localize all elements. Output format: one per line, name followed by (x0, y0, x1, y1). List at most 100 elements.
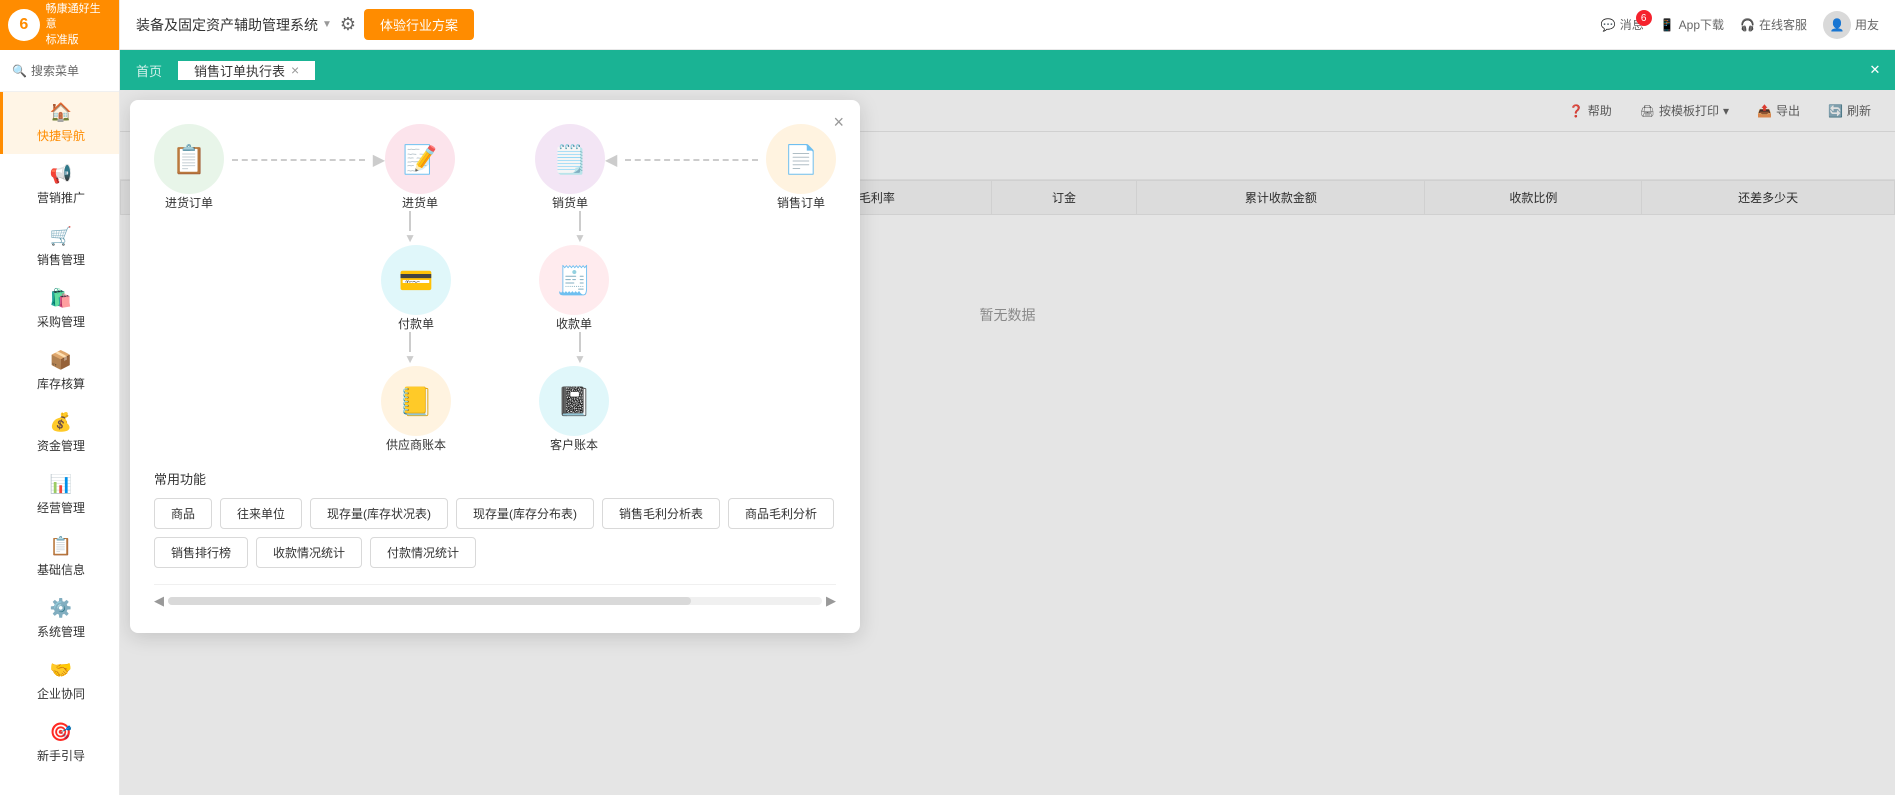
flow-item-customer-ledger[interactable]: 📓 客户账本 (539, 366, 609, 453)
sidebar-item-basic-info[interactable]: 📋基础信息 (0, 526, 119, 588)
message-icon: 💬 (1601, 18, 1616, 32)
popup-scrollbar[interactable]: ◀ ▶ (154, 584, 836, 609)
supplier-ledger-label: 供应商账本 (386, 436, 446, 453)
function-btn-5[interactable]: 商品毛利分析 (728, 498, 834, 529)
search-icon: 🔍 (12, 64, 27, 78)
topbar-right-area: 💬 消息 6 📱 App下载 🎧 在线客服 👤 用友 (1601, 11, 1879, 39)
tab-sales-order[interactable]: 销售订单执行表 × (178, 61, 315, 80)
inventory-icon: 📦 (50, 350, 72, 371)
flow-item-receipt[interactable]: 🧾 收款单 (539, 245, 609, 332)
phone-icon: 📱 (1660, 18, 1675, 32)
avatar: 👤 (1823, 11, 1851, 39)
logo: 6 畅康通好生意 标准版 (0, 0, 119, 50)
sidebar-item-operations[interactable]: 📊 经营管理 (0, 464, 119, 526)
sidebar-item-label-finance: 资金管理 (37, 437, 85, 454)
quick-nav-icon: 🏠 (50, 102, 72, 123)
sidebar-item-guide[interactable]: 🎯 新手引导 (0, 712, 119, 774)
flow-item-payment[interactable]: 💳 付款单 (381, 245, 451, 332)
function-btn-8[interactable]: 付款情况统计 (370, 537, 476, 568)
sidebar-item-inventory[interactable]: 📦 库存核算 (0, 340, 119, 402)
tabs-container: 首页 销售订单执行表 × (120, 61, 1855, 80)
flow-item-purchase-bill[interactable]: 📝 进货单 (385, 124, 455, 211)
function-btn-2[interactable]: 现存量(库存状况表) (310, 498, 448, 529)
sidebar-search-area: 🔍 搜索菜单 (0, 50, 119, 92)
customer-ledger-icon: 📓 (539, 366, 609, 436)
sidebar-item-label-inventory: 库存核算 (37, 375, 85, 392)
purchase-order-icon: 📋 (154, 124, 224, 194)
flow-item-sales-bill[interactable]: 🗒️ 销货单 (535, 124, 605, 211)
sidebar-item-finance[interactable]: 💰资金管理 (0, 402, 119, 464)
logo-text: 畅康通好生意 标准版 (46, 2, 111, 48)
basic-info-icon: 📋 (50, 536, 72, 557)
flow-item-supplier-ledger[interactable]: 📒 供应商账本 (381, 366, 451, 453)
flow-item-purchase-order[interactable]: 📋 进货订单 (154, 124, 224, 211)
common-functions-title: 常用功能 (154, 469, 836, 488)
search-menu-button[interactable]: 🔍 搜索菜单 (8, 58, 111, 83)
online-service-item[interactable]: 🎧 在线客服 (1740, 16, 1807, 33)
search-menu-label: 搜索菜单 (31, 62, 79, 79)
sales-bill-icon: 🗒️ (535, 124, 605, 194)
topbar: 装备及固定资产辅助管理系统 ▼ ⚙ 体验行业方案 💬 消息 6 📱 App下载 … (120, 0, 1895, 50)
function-buttons-area: 商品往来单位现存量(库存状况表) 现存量(库存分布表) 销售毛利分析表商品毛利分析销… (154, 498, 836, 568)
app-download-item[interactable]: 📱 App下载 (1660, 16, 1724, 33)
sidebar-item-purchase[interactable]: 🛍️ 采购管理 (0, 278, 119, 340)
scrollbar-thumb (168, 597, 691, 605)
trial-button[interactable]: 体验行业方案 (364, 9, 474, 40)
scroll-right-arrow[interactable]: ▶ (826, 593, 836, 609)
user-item[interactable]: 👤 用友 (1823, 11, 1879, 39)
sales-bill-label: 销货单 (552, 194, 588, 211)
tab-home[interactable]: 首页 (120, 61, 178, 80)
sidebar-item-label-operations: 经营管理 (37, 499, 85, 516)
scroll-left-arrow[interactable]: ◀ (154, 593, 164, 609)
payment-label: 付款单 (398, 315, 434, 332)
tab-bar-close-button[interactable]: ✕ (1855, 50, 1895, 90)
overlay[interactable]: × 📋 进货订单 ▶ 📝 (120, 90, 1895, 795)
sales-order-icon: 📄 (766, 124, 836, 194)
function-btn-0[interactable]: 商品 (154, 498, 212, 529)
enterprise-icon: 🤝 (50, 660, 72, 681)
sidebar-item-label-guide: 新手引导 (37, 747, 85, 764)
function-btn-7[interactable]: 收款情况统计 (256, 537, 362, 568)
sidebar-item-quick-nav[interactable]: 🏠快捷导航 (0, 92, 119, 154)
sidebar-item-sales[interactable]: 🛒销售管理 (0, 216, 119, 278)
supplier-ledger-icon: 📒 (381, 366, 451, 436)
guide-icon: 🎯 (50, 722, 72, 743)
function-btn-6[interactable]: 销售排行榜 (154, 537, 248, 568)
user-name: 用友 (1855, 16, 1879, 33)
operations-icon: 📊 (50, 474, 72, 495)
sidebar-item-marketing[interactable]: 📢营销推广 (0, 154, 119, 216)
settings-icon[interactable]: ⚙ (340, 14, 356, 35)
sidebar-item-enterprise[interactable]: 🤝 企业协同 (0, 650, 119, 712)
sidebar-item-label-purchase: 采购管理 (37, 313, 85, 330)
function-btn-1[interactable]: 往来单位 (220, 498, 302, 529)
sidebar-item-label-enterprise: 企业协同 (37, 685, 85, 702)
customer-ledger-label: 客户账本 (550, 436, 598, 453)
system-title-text: 装备及固定资产辅助管理系统 (136, 15, 318, 35)
function-btn-3[interactable]: 现存量(库存分布表) (456, 498, 594, 529)
payment-icon: 💳 (381, 245, 451, 315)
sidebar-item-label-sales: 销售管理 (37, 251, 85, 268)
purchase-icon: 🛍️ (50, 288, 72, 309)
sidebar-item-label-marketing: 营销推广 (37, 189, 85, 206)
system-icon: ⚙️ (50, 598, 72, 619)
dropdown-arrow-icon: ▼ (322, 19, 332, 30)
system-title-dropdown[interactable]: 装备及固定资产辅助管理系统 ▼ (136, 15, 332, 35)
sidebar-nav: 🏠快捷导航📢营销推广🛒销售管理 🛍️ 采购管理 📦 库存核算 💰资金管理 📊 经营管理 📋基础信… (0, 92, 119, 774)
logo-icon: 6 (8, 9, 40, 41)
topbar-title-area: 装备及固定资产辅助管理系统 ▼ ⚙ 体验行业方案 (136, 9, 1591, 40)
flow-diagram: 📋 进货订单 ▶ 📝 进货单 🗒️ (154, 124, 836, 453)
tab-label-home: 首页 (136, 61, 162, 80)
message-badge: 6 (1636, 10, 1652, 26)
scrollbar-track (168, 597, 822, 605)
function-btn-4[interactable]: 销售毛利分析表 (602, 498, 720, 529)
receipt-label: 收款单 (556, 315, 592, 332)
content-area: ❓ 帮助 🖨 按模板打印 ▾ 📤 导出 🔄 刷新 (120, 90, 1895, 795)
tab-close-sales-order[interactable]: × (291, 62, 299, 78)
sidebar-item-system[interactable]: ⚙️系统管理 (0, 588, 119, 650)
receipt-icon: 🧾 (539, 245, 609, 315)
tab-label-sales-order: 销售订单执行表 (194, 61, 285, 80)
message-item[interactable]: 💬 消息 6 (1601, 16, 1644, 33)
sidebar: 6 畅康通好生意 标准版 🔍 搜索菜单 🏠快捷导航📢营销推广🛒销售管理 🛍️ 采购管… (0, 0, 120, 795)
popup-close-button[interactable]: × (833, 112, 844, 133)
flow-item-sales-order[interactable]: 📄 销售订单 (766, 124, 836, 211)
